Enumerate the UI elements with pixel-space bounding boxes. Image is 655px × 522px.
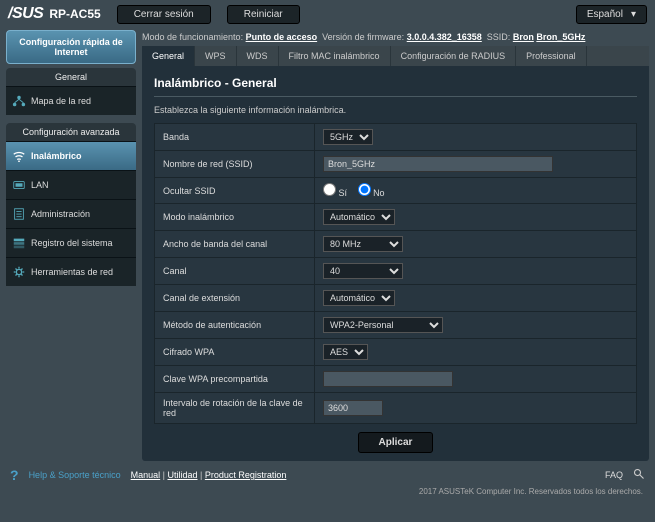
row-label: Clave WPA precompartida (155, 366, 315, 393)
tab-radius[interactable]: Configuración de RADIUS (391, 46, 517, 66)
utility-link[interactable]: Utilidad (168, 470, 198, 480)
manual-link[interactable]: Manual (131, 470, 161, 480)
tab-professional[interactable]: Professional (516, 46, 587, 66)
ssid2-link[interactable]: Bron_5GHz (536, 32, 585, 42)
sidebar-header-general: General (6, 68, 136, 86)
firmware-link[interactable]: 3.0.0.4.382_16358 (407, 32, 482, 42)
sidebar-item-label: Registro del sistema (31, 238, 113, 248)
sidebar-item-syslog[interactable]: Registro del sistema (6, 228, 136, 257)
sidebar-item-netmap[interactable]: Mapa de la red (6, 86, 136, 115)
row-label: Nombre de red (SSID) (155, 151, 315, 178)
status-bar: Modo de funcionamiento: Punto de acceso … (142, 30, 649, 46)
tab-general[interactable]: General (142, 46, 195, 66)
sidebar-item-label: Herramientas de red (31, 267, 113, 277)
faq-link[interactable]: FAQ (605, 470, 623, 480)
help-label: Help & Soporte técnico (29, 470, 121, 480)
sidebar-item-label: LAN (31, 180, 49, 190)
netmap-icon (12, 94, 26, 108)
row-label: Canal (155, 258, 315, 285)
row-label: Método de autenticación (155, 312, 315, 339)
row-label: Canal de extensión (155, 285, 315, 312)
sidebar-item-label: Administración (31, 209, 90, 219)
sidebar-item-wireless[interactable]: Inalámbrico (6, 141, 136, 170)
sidebar-item-label: Inalámbrico (31, 151, 82, 161)
sidebar-header-advanced: Configuración avanzada (6, 123, 136, 141)
wpakey-input[interactable] (323, 371, 453, 387)
search-icon[interactable] (633, 468, 645, 482)
tab-macfilter[interactable]: Filtro MAC inalámbrico (279, 46, 391, 66)
tab-wds[interactable]: WDS (237, 46, 279, 66)
registration-link[interactable]: Product Registration (205, 470, 287, 480)
channel-select[interactable]: 40 (323, 263, 403, 279)
sidebar-item-nettools[interactable]: Herramientas de red (6, 257, 136, 286)
row-label: Banda (155, 124, 315, 151)
hide-yes[interactable]: Sí (323, 188, 347, 198)
row-label: Cifrado WPA (155, 339, 315, 366)
logout-button[interactable]: Cerrar sesión (117, 5, 211, 24)
rotation-input[interactable] (323, 400, 383, 416)
extchannel-select[interactable]: Automático (323, 290, 395, 306)
row-label: Modo inalámbrico (155, 204, 315, 231)
hide-no[interactable]: No (358, 188, 385, 198)
encryption-select[interactable]: AES (323, 344, 368, 360)
wireless-icon (12, 149, 26, 163)
language-select[interactable]: Español ▾ (576, 5, 647, 24)
nettools-icon (12, 265, 26, 279)
sidebar-item-admin[interactable]: Administración (6, 199, 136, 228)
chevron-down-icon: ▾ (631, 9, 636, 20)
mode-select[interactable]: Automático (323, 209, 395, 225)
band-select[interactable]: 5GHz (323, 129, 373, 145)
row-label: Ancho de banda del canal (155, 231, 315, 258)
ssid1-link[interactable]: Bron (513, 32, 534, 42)
row-label: Intervalo de rotación de la clave de red (155, 393, 315, 424)
sidebar-item-label: Mapa de la red (31, 96, 91, 106)
panel-title: Inalámbrico - General (154, 76, 637, 97)
row-label: Ocultar SSID (155, 178, 315, 204)
copyright: 2017 ASUSTeK Computer Inc. Reservados to… (0, 485, 655, 498)
syslog-icon (12, 236, 26, 250)
help-icon: ? (10, 467, 19, 483)
bandwidth-select[interactable]: 80 MHz (323, 236, 403, 252)
auth-select[interactable]: WPA2-Personal (323, 317, 443, 333)
admin-icon (12, 207, 26, 221)
quick-setup-button[interactable]: Configuración rápida de Internet (6, 30, 136, 64)
apply-button[interactable]: Aplicar (358, 432, 434, 453)
language-label: Español (587, 9, 623, 20)
brand-logo: /SUS (8, 5, 43, 23)
tab-wps[interactable]: WPS (195, 46, 237, 66)
mode-link[interactable]: Punto de acceso (246, 32, 318, 42)
panel-desc: Establezca la siguiente información inal… (154, 105, 637, 115)
sidebar-item-lan[interactable]: LAN (6, 170, 136, 199)
tab-bar: General WPS WDS Filtro MAC inalámbrico C… (142, 46, 649, 66)
lan-icon (12, 178, 26, 192)
reboot-button[interactable]: Reiniciar (227, 5, 300, 24)
model-name: RP-AC55 (49, 7, 100, 21)
ssid-input[interactable] (323, 156, 553, 172)
